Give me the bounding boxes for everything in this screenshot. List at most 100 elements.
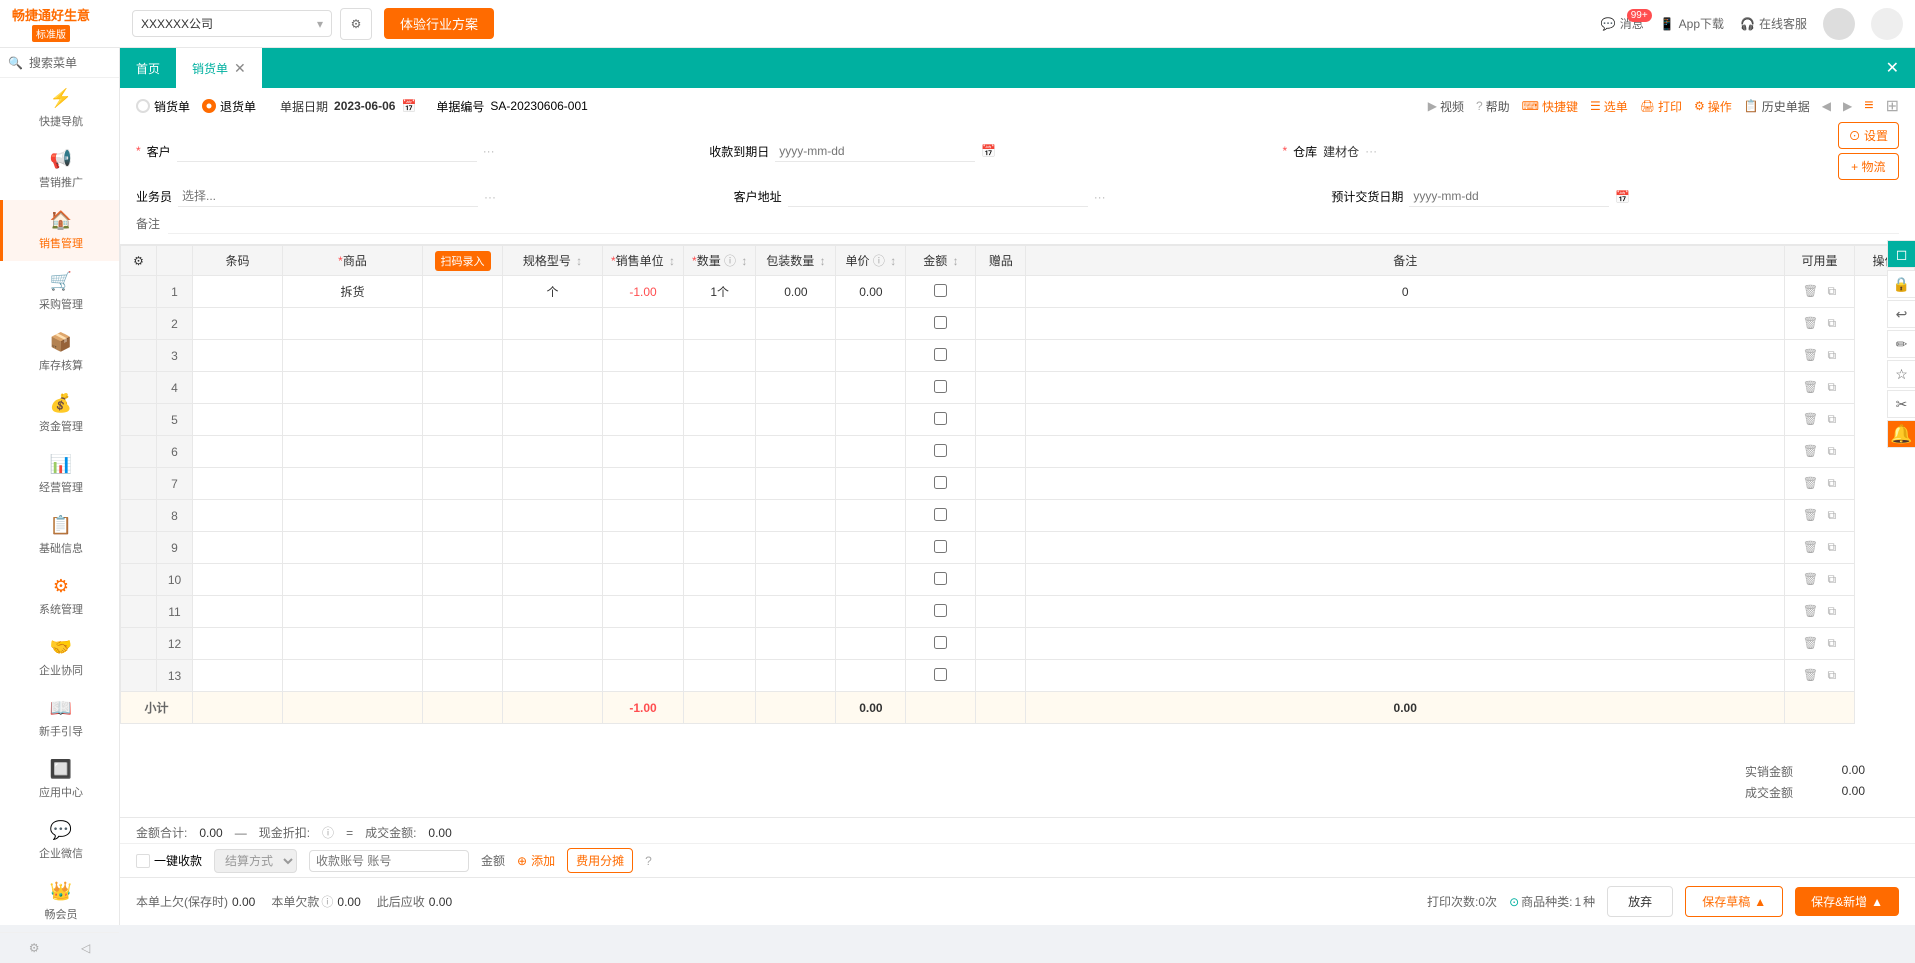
gift-cell[interactable] <box>906 276 976 308</box>
online-service-btn[interactable]: 🎧 在线客服 <box>1740 15 1807 32</box>
price-info-icon[interactable]: ⓘ <box>873 254 885 268</box>
barcode-cell[interactable] <box>193 564 283 596</box>
price-cell[interactable] <box>756 404 836 436</box>
barcode-cell[interactable] <box>193 404 283 436</box>
unit-cell[interactable] <box>503 404 603 436</box>
qty-cell[interactable] <box>603 532 684 564</box>
gift-cell[interactable] <box>906 596 976 628</box>
copy-icon[interactable]: ⧉ <box>1828 444 1837 458</box>
sidebar-gear-icon[interactable]: ⚙ <box>29 941 40 955</box>
product-cell[interactable] <box>283 500 423 532</box>
sidebar-item-inventory[interactable]: 📦 库存核算 <box>0 322 119 383</box>
price-cell[interactable] <box>756 468 836 500</box>
gift-cell[interactable] <box>906 372 976 404</box>
pack-cell[interactable] <box>684 564 756 596</box>
calendar-icon[interactable]: 📅 <box>401 99 416 113</box>
delete-icon[interactable]: 🗑 <box>1803 636 1818 650</box>
list-view-icon[interactable]: ≡ <box>1864 97 1873 115</box>
tab-close-icon[interactable]: ✕ <box>234 60 246 77</box>
amount-cell[interactable] <box>836 660 906 692</box>
copy-icon[interactable]: ⧉ <box>1828 476 1837 490</box>
sidebar-item-quick-nav[interactable]: ⚡ 快捷导航 <box>0 78 119 139</box>
info-icon2[interactable]: ⓘ <box>322 824 334 841</box>
price-cell[interactable] <box>756 372 836 404</box>
amount-cell[interactable] <box>836 596 906 628</box>
payment-due-input[interactable] <box>775 141 975 162</box>
scan-button[interactable]: 扫码录入 <box>435 251 491 271</box>
spec-cell[interactable] <box>423 404 503 436</box>
unit-cell[interactable] <box>503 532 603 564</box>
barcode-cell[interactable] <box>193 308 283 340</box>
pack-cell[interactable]: 1个 <box>684 276 756 308</box>
notes-input[interactable] <box>168 213 1899 234</box>
delete-icon[interactable]: 🗑 <box>1803 316 1818 330</box>
save-new-button[interactable]: 保存&新增 ▲ <box>1795 887 1899 916</box>
amount-cell[interactable] <box>836 404 906 436</box>
customer-input[interactable] <box>177 141 477 162</box>
product-cell[interactable] <box>283 596 423 628</box>
remark-cell[interactable] <box>976 436 1026 468</box>
sidebar-search[interactable]: 🔍 搜索菜单 <box>0 48 119 78</box>
remark-cell[interactable] <box>976 660 1026 692</box>
spec-cell[interactable] <box>423 308 503 340</box>
barcode-cell[interactable] <box>193 500 283 532</box>
warehouse-dots[interactable]: ··· <box>1365 144 1377 158</box>
delete-icon[interactable]: 🗑 <box>1803 604 1818 618</box>
tab-sales-order[interactable]: 销货单 ✕ <box>176 48 262 88</box>
float-btn-5[interactable]: ☆ <box>1887 360 1915 388</box>
barcode-cell[interactable] <box>193 468 283 500</box>
unit-cell[interactable] <box>503 468 603 500</box>
sidebar-item-operations[interactable]: 📊 经营管理 <box>0 444 119 505</box>
pack-cell[interactable] <box>684 404 756 436</box>
copy-icon[interactable]: ⧉ <box>1828 668 1837 682</box>
unit-cell[interactable] <box>503 500 603 532</box>
unit-cell[interactable] <box>503 660 603 692</box>
gift-cell[interactable] <box>906 660 976 692</box>
product-cell[interactable] <box>283 404 423 436</box>
copy-icon[interactable]: ⧉ <box>1828 412 1837 426</box>
settings-icon-btn[interactable]: ⚙ <box>340 8 372 40</box>
float-btn-7[interactable]: 🔔 <box>1887 420 1915 448</box>
float-btn-1[interactable]: ◻ <box>1887 240 1915 268</box>
delete-icon[interactable]: 🗑 <box>1803 476 1818 490</box>
qty-cell[interactable] <box>603 500 684 532</box>
gift-cell[interactable] <box>906 532 976 564</box>
copy-icon[interactable]: ⧉ <box>1828 540 1837 554</box>
unit-cell[interactable]: 个 <box>503 276 603 308</box>
product-cell[interactable]: 拆货 <box>283 276 423 308</box>
delete-icon[interactable]: 🗑 <box>1803 540 1818 554</box>
spec-cell[interactable] <box>423 468 503 500</box>
expected-date-input[interactable] <box>1409 186 1609 207</box>
copy-icon[interactable]: ⧉ <box>1828 316 1837 330</box>
video-btn[interactable]: ▶ 视频 <box>1428 98 1464 115</box>
price-cell[interactable]: 0.00 <box>756 276 836 308</box>
delete-icon[interactable]: 🗑 <box>1803 508 1818 522</box>
product-cell[interactable] <box>283 372 423 404</box>
expense-button[interactable]: 费用分摊 <box>567 848 633 873</box>
date-value[interactable]: 2023-06-06 <box>334 99 395 113</box>
avatar[interactable] <box>1823 8 1855 40</box>
prev-icon[interactable]: ◀ <box>1822 99 1831 113</box>
spec-cell[interactable] <box>423 628 503 660</box>
remark-cell[interactable] <box>976 596 1026 628</box>
delete-icon[interactable]: 🗑 <box>1803 348 1818 362</box>
qty-cell[interactable] <box>603 596 684 628</box>
barcode-cell[interactable] <box>193 596 283 628</box>
remark-cell[interactable] <box>976 308 1026 340</box>
price-cell[interactable] <box>756 660 836 692</box>
gift-cell[interactable] <box>906 564 976 596</box>
product-cell[interactable] <box>283 340 423 372</box>
amount-cell[interactable] <box>836 308 906 340</box>
price-cell[interactable] <box>756 564 836 596</box>
amount-cell[interactable] <box>836 436 906 468</box>
barcode-cell[interactable] <box>193 532 283 564</box>
company-selector[interactable]: XXXXXX公司 ▾ <box>132 10 332 37</box>
spec-cell[interactable] <box>423 660 503 692</box>
th-settings[interactable]: ⚙ <box>121 246 157 276</box>
remark-cell[interactable] <box>976 404 1026 436</box>
unit-cell[interactable] <box>503 436 603 468</box>
expense-help-icon[interactable]: ? <box>645 854 652 868</box>
delete-icon[interactable]: 🗑 <box>1803 380 1818 394</box>
salesperson-dots[interactable]: ··· <box>484 190 496 204</box>
spec-cell[interactable] <box>423 372 503 404</box>
